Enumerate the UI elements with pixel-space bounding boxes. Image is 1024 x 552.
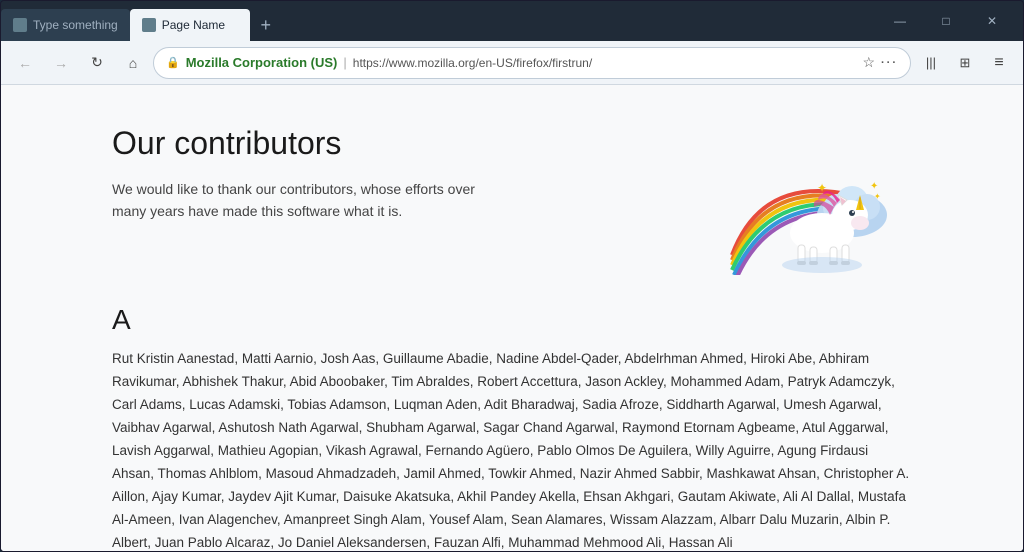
window-controls: — □ ✕ bbox=[869, 1, 1023, 41]
contributors-intro: Our contributors We would like to thank … bbox=[112, 125, 475, 223]
forward-button[interactable]: → bbox=[45, 47, 77, 79]
page-content: Our contributors We would like to thank … bbox=[1, 85, 1023, 551]
svg-text:✦: ✦ bbox=[817, 181, 827, 195]
contributors-header: Our contributors We would like to thank … bbox=[112, 125, 912, 280]
url-separator: | bbox=[343, 55, 346, 70]
unicorn-illustration: ✦ ✦ ✦ bbox=[712, 115, 912, 280]
site-name: Mozilla Corporation (US) bbox=[186, 55, 338, 70]
minimize-button[interactable]: — bbox=[877, 1, 923, 41]
tab-icon-2 bbox=[142, 18, 156, 32]
page-title: Our contributors bbox=[112, 125, 475, 162]
url-more-icon[interactable]: ··· bbox=[881, 57, 898, 69]
bookmarks-icon[interactable]: ||| bbox=[915, 47, 947, 79]
menu-icon[interactable]: ≡ bbox=[983, 47, 1015, 79]
svg-text:✦: ✦ bbox=[874, 192, 881, 201]
home-button[interactable]: ⌂ bbox=[117, 47, 149, 79]
layout-icon[interactable]: ⊞ bbox=[949, 47, 981, 79]
new-tab-button[interactable]: + bbox=[250, 9, 282, 41]
tab-label-1: Type something bbox=[33, 18, 118, 32]
contributors-list: Rut Kristin Aanestad, Matti Aarnio, Josh… bbox=[112, 348, 912, 551]
page-inner: Our contributors We would like to thank … bbox=[82, 85, 942, 551]
toolbar-right: ||| ⊞ ≡ bbox=[915, 47, 1015, 79]
unicorn-svg: ✦ ✦ ✦ bbox=[712, 115, 892, 275]
back-button[interactable]: ← bbox=[9, 47, 41, 79]
page-content-wrapper: Our contributors We would like to thank … bbox=[1, 85, 1023, 551]
section-letter-a: A bbox=[112, 304, 912, 336]
tab-strip: Type something Page Name + bbox=[1, 1, 869, 41]
url-path: https://www.mozilla.org/en-US/firefox/fi… bbox=[353, 56, 592, 70]
lock-icon: 🔒 bbox=[166, 56, 180, 69]
contributors-description: We would like to thank our contributors,… bbox=[112, 178, 475, 223]
svg-text:✦: ✦ bbox=[870, 181, 878, 192]
url-bar[interactable]: 🔒 Mozilla Corporation (US) | https://www… bbox=[153, 47, 911, 79]
tab-icon-1 bbox=[13, 18, 27, 32]
navigation-bar: ← → ↻ ⌂ 🔒 Mozilla Corporation (US) | htt… bbox=[1, 41, 1023, 85]
title-bar: Type something Page Name + — □ ✕ bbox=[1, 1, 1023, 41]
refresh-button[interactable]: ↻ bbox=[81, 47, 113, 79]
tab-type-something[interactable]: Type something bbox=[1, 9, 130, 41]
browser-window: Type something Page Name + — □ ✕ ← → ↻ ⌂… bbox=[0, 0, 1024, 552]
tab-label-2: Page Name bbox=[162, 18, 225, 32]
bookmark-star-icon[interactable]: ☆ bbox=[862, 54, 875, 71]
tab-page-name[interactable]: Page Name bbox=[130, 9, 250, 41]
close-button[interactable]: ✕ bbox=[969, 1, 1015, 41]
maximize-button[interactable]: □ bbox=[923, 1, 969, 41]
